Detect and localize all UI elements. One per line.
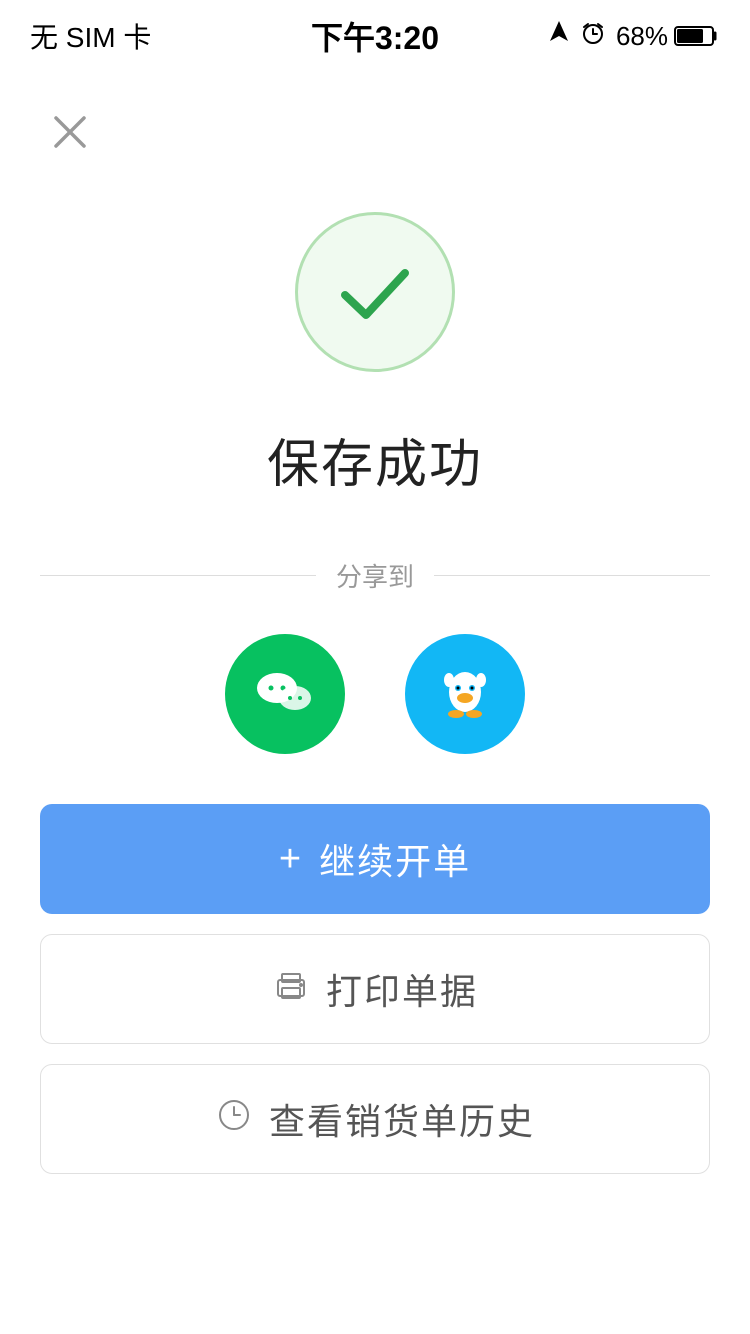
continue-order-label: 继续开单 <box>319 833 471 885</box>
print-label: 打印单据 <box>326 963 478 1015</box>
share-divider: 分享到 <box>40 557 710 594</box>
history-button[interactable]: 查看销货单历史 <box>40 1064 710 1174</box>
continue-order-button[interactable]: + 继续开单 <box>40 804 710 914</box>
wechat-share-button[interactable] <box>225 634 345 754</box>
buttons-section: + 继续开单 打印单据 <box>40 804 710 1214</box>
history-label: 查看销货单历史 <box>269 1093 535 1145</box>
print-icon <box>272 966 310 1013</box>
carrier-text: 无 SIM 卡 <box>30 16 151 56</box>
status-bar: 无 SIM 卡 下午3:20 <box>0 0 750 72</box>
main-content: 保存成功 分享到 <box>0 172 750 1334</box>
success-icon-wrapper <box>295 212 455 372</box>
alarm-icon <box>580 20 606 53</box>
history-icon <box>215 1096 253 1143</box>
status-carrier: 无 SIM 卡 <box>30 16 161 56</box>
success-title: 保存成功 <box>267 422 483 497</box>
continue-plus-icon: + <box>279 838 303 881</box>
battery-icon <box>674 24 720 48</box>
qq-icon <box>429 658 501 730</box>
checkmark-icon <box>330 247 420 337</box>
share-label: 分享到 <box>336 557 414 594</box>
share-section: 分享到 <box>40 557 710 754</box>
qq-share-button[interactable] <box>405 634 525 754</box>
location-icon <box>548 19 570 54</box>
status-right-group: 68% <box>548 19 720 54</box>
close-button[interactable] <box>30 92 110 172</box>
battery-block: 68% <box>616 21 720 52</box>
battery-percent: 68% <box>616 21 668 52</box>
wechat-icon <box>249 658 321 730</box>
share-icons <box>40 634 710 754</box>
status-time: 下午3:20 <box>311 13 439 59</box>
print-button[interactable]: 打印单据 <box>40 934 710 1044</box>
